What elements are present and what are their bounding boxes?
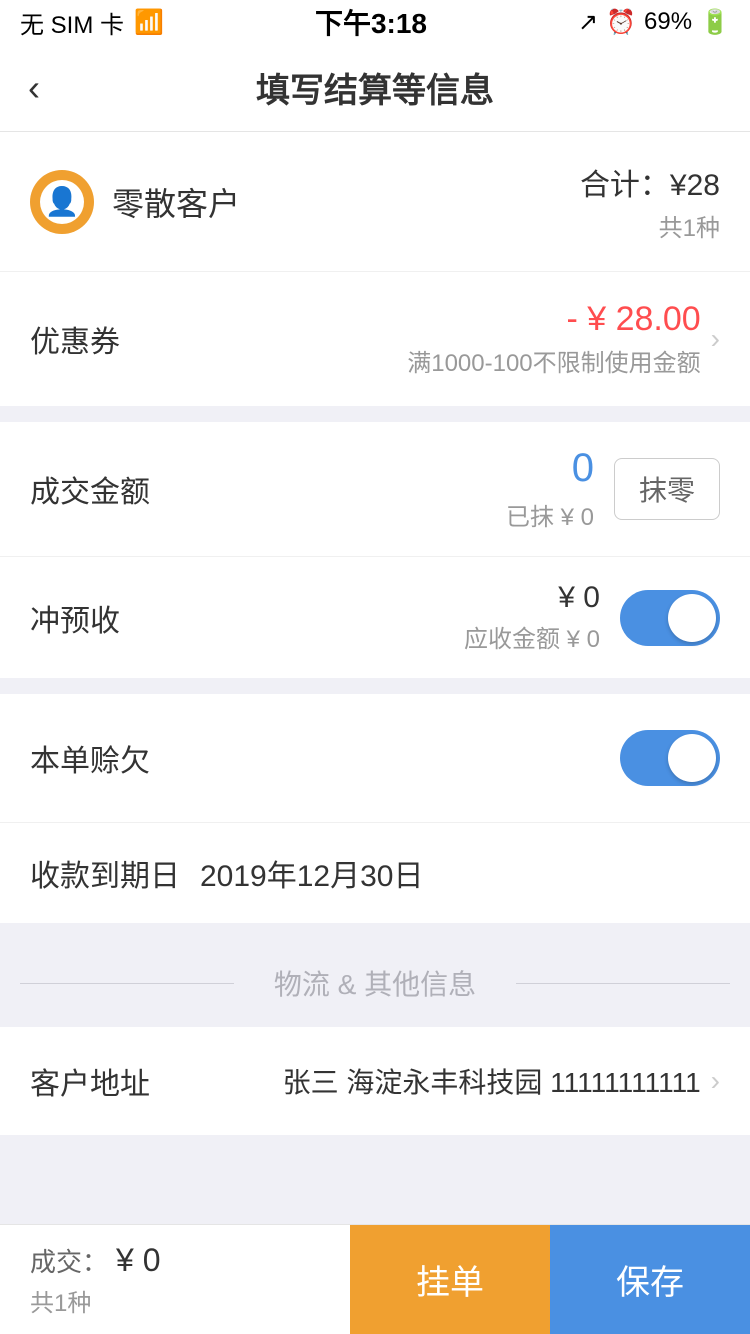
status-bar: 无 SIM 卡 📶 下午3:18 ↗ ⏰ 69% 🔋 (0, 0, 750, 44)
customer-name: 零散客户 (112, 179, 240, 225)
amount-right: 0 已抹 ¥ 0 抹零 (506, 446, 720, 532)
toggle-knob (668, 594, 716, 642)
no-sim-text: 无 SIM 卡 (20, 5, 124, 40)
bottom-transaction-label: 成交： (30, 1242, 108, 1279)
address-chevron-icon: › (711, 1065, 720, 1097)
status-left: 无 SIM 卡 📶 (20, 5, 164, 40)
bottom-amount: ¥ 0 (116, 1242, 160, 1279)
prepay-label: 冲预收 (30, 596, 120, 640)
coupon-label: 优惠券 (30, 317, 120, 361)
coupon-value: - ¥ 28.00 满1000-100不限制使用金额 (407, 300, 700, 378)
coupon-right: - ¥ 28.00 满1000-100不限制使用金额 › (407, 300, 720, 378)
customer-right: 合计：¥28 共1种 (580, 160, 720, 243)
coupon-row[interactable]: 优惠券 - ¥ 28.00 满1000-100不限制使用金额 › (0, 271, 750, 406)
alarm-icon: ⏰ (606, 8, 636, 37)
prepay-right: ¥ 0 应收金额 ¥ 0 (464, 581, 720, 654)
location-icon: ↗ (578, 8, 598, 37)
credit-toggle[interactable] (620, 730, 720, 786)
amount-section: 成交金额 0 已抹 ¥ 0 抹零 冲预收 ¥ 0 应收金额 ¥ 0 (0, 422, 750, 678)
prepay-values: ¥ 0 应收金额 ¥ 0 (464, 581, 600, 654)
credit-section: 本单赊欠 收款到期日 2019年12月30日 (0, 694, 750, 923)
save-button[interactable]: 保存 (550, 1225, 750, 1334)
total-price: 合计：¥28 (580, 160, 720, 204)
address-label: 客户地址 (30, 1059, 150, 1103)
divider-line-right (516, 983, 730, 984)
address-right: 张三 海淀永丰科技园 11111111111 › (150, 1061, 720, 1101)
bottom-info: 成交： ¥ 0 共1种 (0, 1242, 350, 1318)
status-right: ↗ ⏰ 69% 🔋 (578, 8, 730, 37)
credit-row: 本单赊欠 (0, 694, 750, 822)
credit-label: 本单赊欠 (30, 736, 150, 780)
nav-bar: ‹ 填写结算等信息 (0, 44, 750, 132)
coupon-discount: - ¥ 28.00 (407, 300, 700, 339)
page-title: 填写结算等信息 (256, 63, 494, 112)
prepay-sub: 应收金额 ¥ 0 (464, 619, 600, 654)
customer-left: 👤 零散客户 (30, 170, 240, 234)
status-time: 下午3:18 (315, 2, 427, 42)
address-row[interactable]: 客户地址 张三 海淀永丰科技园 11111111111 › (0, 1027, 750, 1135)
prepay-row: 冲预收 ¥ 0 应收金额 ¥ 0 (0, 556, 750, 678)
avatar: 👤 (30, 170, 94, 234)
battery-icon: 🔋 (700, 8, 730, 37)
divider-line-left (20, 983, 234, 984)
avatar-icon: 👤 (40, 180, 84, 224)
due-date-row: 收款到期日 2019年12月30日 (0, 822, 750, 923)
amount-value-col: 0 已抹 ¥ 0 (506, 446, 594, 532)
hold-button[interactable]: 挂单 (350, 1225, 550, 1334)
logistics-divider: 物流 & 其他信息 (0, 939, 750, 1027)
amount-value: 0 (506, 446, 594, 491)
due-date-value: 2019年12月30日 (200, 851, 423, 895)
amount-row: 成交金额 0 已抹 ¥ 0 抹零 (0, 422, 750, 556)
bottom-bar: 成交： ¥ 0 共1种 挂单 保存 (0, 1224, 750, 1334)
wifi-icon: 📶 (134, 8, 164, 37)
amount-label: 成交金额 (30, 467, 150, 511)
coupon-desc: 满1000-100不限制使用金额 (407, 343, 700, 378)
amount-sub: 已抹 ¥ 0 (506, 497, 594, 532)
bottom-count: 共1种 (30, 1283, 320, 1318)
logistics-label: 物流 & 其他信息 (274, 963, 476, 1003)
address-section: 客户地址 张三 海淀永丰科技园 11111111111 › (0, 1027, 750, 1135)
prepay-toggle[interactable] (620, 590, 720, 646)
prepay-amount: ¥ 0 (464, 581, 600, 615)
due-date-label: 收款到期日 (30, 851, 180, 895)
credit-toggle-knob (668, 734, 716, 782)
customer-section: 👤 零散客户 合计：¥28 共1种 优惠券 - ¥ 28.00 满1000-10… (0, 132, 750, 406)
back-button[interactable]: ‹ (28, 67, 40, 109)
address-value: 张三 海淀永丰科技园 11111111111 (283, 1061, 701, 1101)
total-count: 共1种 (580, 208, 720, 243)
customer-row: 👤 零散客户 合计：¥28 共1种 (0, 132, 750, 271)
chevron-right-icon: › (711, 323, 720, 355)
round-zero-button[interactable]: 抹零 (614, 458, 720, 520)
battery-text: 69% (644, 8, 692, 36)
